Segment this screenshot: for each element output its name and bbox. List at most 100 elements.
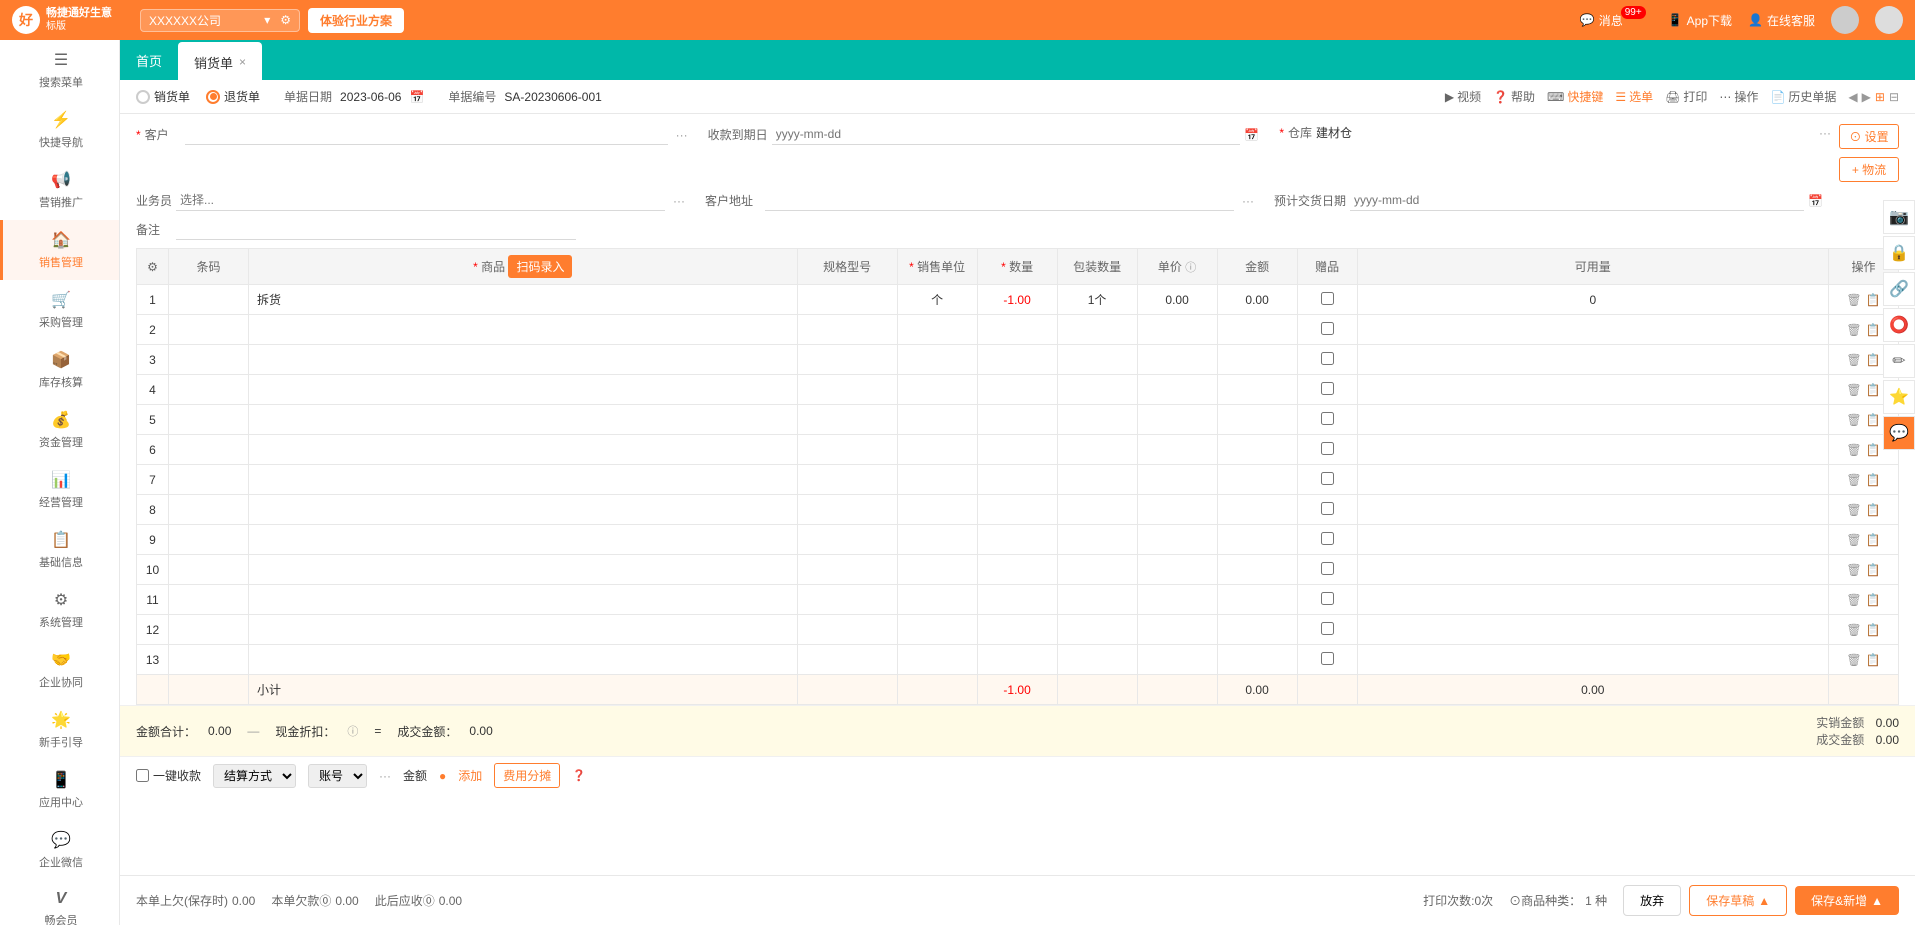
row-copy-icon[interactable]: 📋 [1866,473,1881,487]
row-copy-icon[interactable]: 📋 [1866,353,1881,367]
sidebar-item-operations[interactable]: 📊 经营管理 [0,460,119,520]
message-button[interactable]: 💬 消息 99+ [1580,12,1652,29]
float-camera-btn[interactable]: 📷 [1883,200,1915,234]
float-link-btn[interactable]: 🔗 [1883,272,1915,306]
fee-split-button[interactable]: 费用分摊 [494,763,560,788]
date-calendar-icon[interactable]: 📅 [409,90,424,104]
sidebar-item-marketing[interactable]: 📢 营销推广 [0,160,119,220]
one-key-checkbox[interactable] [136,769,149,782]
row-delete-icon[interactable]: 🗑 [1846,623,1861,637]
action-history[interactable]: 📄 历史单据 [1770,88,1836,105]
row-delete-icon[interactable]: 🗑 [1846,593,1861,607]
salesperson-dots[interactable]: ··· [673,194,685,208]
sidebar-item-search[interactable]: ☰ 搜索菜单 [0,40,119,100]
view-list-icon[interactable]: ⊟ [1889,90,1899,104]
online-service-button[interactable]: 👤 在线客服 [1748,12,1815,29]
row-delete-icon[interactable]: 🗑 [1846,503,1861,517]
payment-method-select[interactable]: 结算方式 [213,764,296,788]
user-avatar-2[interactable] [1875,6,1903,34]
sidebar-item-wechat[interactable]: 💬 企业微信 [0,820,119,880]
row-copy-icon[interactable]: 📋 [1866,563,1881,577]
float-edit-btn[interactable]: ✏ [1883,344,1915,378]
row-copy-icon[interactable]: 📋 [1866,503,1881,517]
save-new-button[interactable]: 保存&新增 ▲ [1795,886,1899,915]
row-copy-icon[interactable]: 📋 [1866,653,1881,667]
app-download-button[interactable]: 📱 App下载 [1668,12,1732,29]
sidebar-item-system[interactable]: ⚙ 系统管理 [0,580,119,640]
row-delete-icon[interactable]: 🗑 [1846,563,1861,577]
add-icon[interactable]: ● [439,769,446,783]
sidebar-item-sales[interactable]: 🏠 销售管理 [0,220,119,280]
float-lock-btn[interactable]: 🔒 [1883,236,1915,270]
sidebar-item-basic[interactable]: 📋 基础信息 [0,520,119,580]
company-selector[interactable]: XXXXXX公司 ▾ ⚙ [140,9,300,32]
customer-addr-dots[interactable]: ··· [1242,194,1254,208]
receive-date-icon[interactable]: 📅 [1244,128,1259,142]
row-copy-icon[interactable]: 📋 [1866,323,1881,337]
row-copy-icon[interactable]: 📋 [1866,383,1881,397]
view-grid-icon[interactable]: ⊞ [1875,90,1885,104]
salesperson-input[interactable] [176,190,665,211]
row-delete-icon[interactable]: 🗑 [1846,473,1861,487]
expected-date-input[interactable] [1350,190,1804,211]
row-delete-icon[interactable]: 🗑 [1846,653,1861,667]
radio-sale[interactable]: 销货单 [136,88,190,105]
row-copy-icon[interactable]: 📋 [1866,593,1881,607]
sidebar-item-collab[interactable]: 🤝 企业协同 [0,640,119,700]
sidebar-item-shortcut[interactable]: ⚡ 快捷导航 [0,100,119,160]
settings-icon[interactable]: ⚙ [280,13,291,27]
logistics-button[interactable]: + 物流 [1839,157,1899,182]
scan-button[interactable]: 扫码录入 [508,255,572,278]
user-avatar[interactable] [1831,6,1859,34]
tab-sales-order[interactable]: 销货单 × [178,42,262,82]
tab-close-icon[interactable]: × [239,55,246,69]
note-input[interactable] [176,219,576,240]
add-label[interactable]: 添加 [458,767,482,784]
account-dots[interactable]: ··· [379,769,391,783]
abandon-button[interactable]: 放弃 [1623,885,1681,916]
tab-home[interactable]: 首页 [120,40,178,80]
settings-button[interactable]: ⊙ 设置 [1839,124,1899,149]
row-delete-icon[interactable]: 🗑 [1846,533,1861,547]
view-prev-icon[interactable]: ◀ [1848,90,1857,104]
sidebar-item-purchase[interactable]: 🛒 采购管理 [0,280,119,340]
row-copy-icon[interactable]: 📋 [1866,443,1881,457]
float-chat-btn[interactable]: 💬 [1883,416,1915,450]
row-delete-icon[interactable]: 🗑 [1846,413,1861,427]
row-copy-icon[interactable]: 📋 [1866,623,1881,637]
save-draft-button[interactable]: 保存草稿 ▲ [1689,885,1787,916]
action-video[interactable]: ▶ 视频 [1445,88,1481,105]
sidebar-item-inventory[interactable]: 📦 库存核算 [0,340,119,400]
action-print[interactable]: 🖨 打印 [1665,88,1707,105]
customer-dots[interactable]: ··· [676,128,688,142]
float-star-btn[interactable]: ⭐ [1883,380,1915,414]
trial-button[interactable]: 体验行业方案 [308,8,404,33]
customer-input[interactable] [185,124,668,145]
payment-account-select[interactable]: 账号 [308,764,367,788]
sidebar-item-member[interactable]: V 畅会员 [0,880,119,925]
radio-return[interactable]: 退货单 [206,88,260,105]
customer-addr-input[interactable] [765,190,1234,211]
action-select[interactable]: ☰ 选单 [1615,88,1653,105]
col-settings[interactable]: ⚙ [137,249,169,285]
sidebar-item-guide[interactable]: 🌟 新手引导 [0,700,119,760]
row-copy-icon[interactable]: 📋 [1866,533,1881,547]
row-copy-icon[interactable]: 📋 [1866,293,1881,307]
expected-date-icon[interactable]: 📅 [1808,194,1823,208]
action-help[interactable]: ❓ 帮助 [1493,88,1535,105]
row-delete-icon[interactable]: 🗑 [1846,353,1861,367]
row-delete-icon[interactable]: 🗑 [1846,323,1861,337]
row-copy-icon[interactable]: 📋 [1866,413,1881,427]
sidebar-item-finance[interactable]: 💰 资金管理 [0,400,119,460]
sidebar-item-apps[interactable]: 📱 应用中心 [0,760,119,820]
row-delete-icon[interactable]: 🗑 [1846,383,1861,397]
action-operate[interactable]: ⋯ 操作 [1719,88,1758,105]
float-circle-btn[interactable]: ⭕ [1883,308,1915,342]
row-delete-icon[interactable]: 🗑 [1846,443,1861,457]
action-shortcut[interactable]: ⌨ 快捷键 [1547,88,1603,105]
receive-date-input[interactable] [772,124,1241,145]
view-next-icon[interactable]: ▶ [1862,90,1871,104]
one-key-payment[interactable]: 一键收款 [136,767,201,784]
row-delete-icon[interactable]: 🗑 [1846,293,1861,307]
warehouse-dots[interactable]: ··· [1819,126,1831,140]
